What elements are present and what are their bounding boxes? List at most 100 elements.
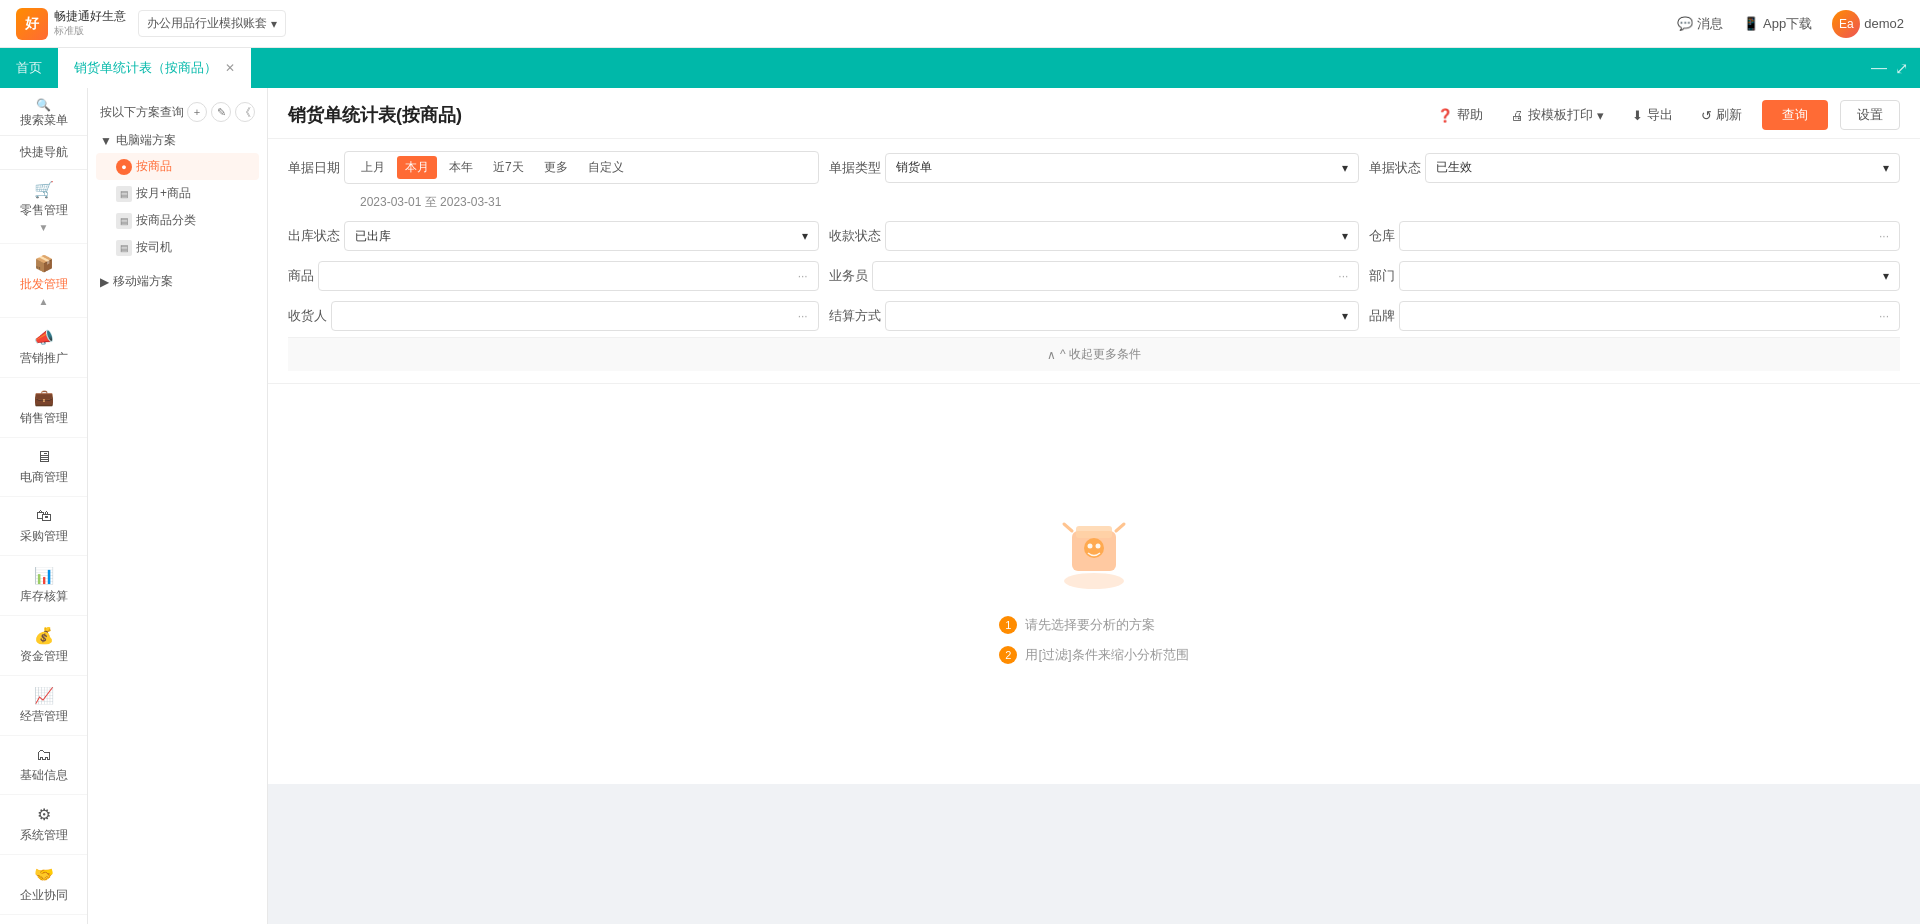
brand-filter-cell: 品牌 ···	[1369, 301, 1900, 331]
tab-maximize-icon[interactable]: ⤢	[1895, 59, 1908, 78]
recipient-input[interactable]: ···	[331, 301, 819, 331]
date-this-month[interactable]: 本月	[397, 156, 437, 179]
panel-mobile-section: ▶ 移动端方案	[88, 269, 267, 294]
warehouse-select[interactable]: 已出库 ▾	[344, 221, 819, 251]
tree-item-by-month-product[interactable]: ▤ 按月+商品	[96, 180, 259, 207]
system-label: 系统管理	[20, 827, 68, 844]
inventory-icon: 📊	[34, 566, 54, 585]
tree-item-by-category[interactable]: ▤ 按商品分类	[96, 207, 259, 234]
refresh-btn[interactable]: ↺ 刷新	[1693, 102, 1750, 128]
panel-edit-btn[interactable]: ✎	[211, 102, 231, 122]
sidebar-quick-nav[interactable]: 快捷导航	[0, 136, 87, 170]
operations-label: 经营管理	[20, 708, 68, 725]
edit-icon: ✎	[217, 106, 226, 119]
status-select[interactable]: 已生效 ▾	[1425, 153, 1900, 183]
date-custom[interactable]: 自定义	[580, 156, 632, 179]
message-btn[interactable]: 💬 消息	[1677, 15, 1723, 33]
wholesale-icon: 📦	[34, 254, 54, 273]
panel-add-btn[interactable]: +	[187, 102, 207, 122]
step-num-2: 2	[999, 646, 1017, 664]
retail-icon: 🛒	[34, 180, 54, 199]
month-product-icon: ▤	[116, 186, 132, 202]
filter-area: 单据日期 上月 本月 本年 近7天 更多 自定义 单据类型 销货单 ▾	[268, 139, 1920, 384]
salesperson-input[interactable]: ···	[872, 261, 1360, 291]
logo-icon: 好	[16, 8, 48, 40]
date-this-year[interactable]: 本年	[441, 156, 481, 179]
brand-input[interactable]: ···	[1399, 301, 1900, 331]
sidebar-item-marketing[interactable]: 📣 营销推广	[0, 318, 87, 378]
help-btn[interactable]: ❓ 帮助	[1429, 102, 1491, 128]
panel-header: 按以下方案查询 + ✎ 《	[88, 96, 267, 128]
tab-home[interactable]: 首页	[0, 48, 58, 88]
status-label: 单据状态	[1369, 159, 1421, 177]
tab-minimize-icon[interactable]: —	[1871, 59, 1887, 77]
product-input[interactable]: ···	[318, 261, 819, 291]
print-btn[interactable]: 🖨 按模板打印 ▾	[1503, 102, 1612, 128]
collapse-label: ^ 收起更多条件	[1060, 346, 1141, 363]
svg-point-0	[1064, 573, 1124, 589]
export-icon: ⬇	[1632, 108, 1643, 123]
sidebar-item-wholesale[interactable]: 📦 批发管理 ▲	[0, 244, 87, 318]
cashier-icon: ▤	[116, 240, 132, 256]
mobile-arrow-icon: ▶	[100, 275, 109, 289]
svg-line-6	[1064, 524, 1072, 531]
sidebar-item-sales[interactable]: 💼 销售管理	[0, 378, 87, 438]
collapse-filters-btn[interactable]: ∧ ^ 收起更多条件	[288, 337, 1900, 371]
product-dots: ···	[798, 269, 808, 283]
empty-step-1: 1 请先选择要分析的方案	[999, 612, 1188, 638]
add-icon: +	[194, 106, 200, 118]
tab-close-icon[interactable]: ✕	[225, 61, 235, 75]
industry-selector[interactable]: 办公用品行业模拟账套 ▾	[138, 10, 286, 37]
query-button[interactable]: 查询	[1762, 100, 1828, 130]
sidebar-search[interactable]: 🔍 搜索菜单	[0, 88, 87, 136]
by-month-product-label: 按月+商品	[136, 185, 191, 202]
empty-text-area: 1 请先选择要分析的方案 2 用[过滤]条件来缩小分析范围	[999, 612, 1188, 672]
payment-select[interactable]: ▾	[885, 301, 1360, 331]
quick-nav-label: 快捷导航	[20, 145, 68, 159]
date-more[interactable]: 更多	[536, 156, 576, 179]
app-download-btn[interactable]: 📱 App下载	[1743, 15, 1812, 33]
settings-button[interactable]: 设置	[1840, 100, 1900, 130]
collection-select[interactable]: ▾	[885, 221, 1360, 251]
sidebar-item-purchase[interactable]: 🛍 采购管理	[0, 497, 87, 556]
system-icon: ⚙	[37, 805, 51, 824]
help-icon: ❓	[1437, 108, 1453, 123]
user-menu[interactable]: Ea demo2	[1832, 10, 1904, 38]
dept-label: 部门	[1369, 267, 1395, 285]
storage-input[interactable]: ···	[1399, 221, 1900, 251]
collapse-icon: ∧	[1047, 348, 1056, 362]
type-select[interactable]: 销货单 ▾	[885, 153, 1360, 183]
collection-filter-cell: 收款状态 ▾	[829, 221, 1360, 251]
tab-bar-right: — ⤢	[1871, 59, 1920, 78]
warehouse-chevron: ▾	[802, 229, 808, 243]
salesperson-filter-cell: 业务员 ···	[829, 261, 1360, 291]
sidebar-item-retail[interactable]: 🛒 零售管理 ▼	[0, 170, 87, 244]
category-icon: ▤	[116, 213, 132, 229]
sidebar-item-base[interactable]: 🗂 基础信息	[0, 736, 87, 795]
type-value: 销货单	[896, 159, 932, 176]
sidebar-item-system[interactable]: ⚙ 系统管理	[0, 795, 87, 855]
sidebar-item-guide[interactable]: 🆕 新手引导	[0, 915, 87, 924]
desktop-section-title[interactable]: ▼ 电脑端方案	[96, 128, 259, 153]
sidebar-item-operations[interactable]: 📈 经营管理	[0, 676, 87, 736]
date-last-month[interactable]: 上月	[353, 156, 393, 179]
tree-item-by-product[interactable]: ● 按商品	[96, 153, 259, 180]
stats-tab-label: 销货单统计表（按商品）	[74, 59, 217, 77]
panel-title: 按以下方案查询	[100, 104, 184, 121]
dept-select[interactable]: ▾	[1399, 261, 1900, 291]
sidebar-item-enterprise[interactable]: 🤝 企业协同	[0, 855, 87, 915]
date-7-days[interactable]: 近7天	[485, 156, 532, 179]
panel-collapse-btn[interactable]: 《	[235, 102, 255, 122]
sidebar-item-ecommerce[interactable]: 🖥 电商管理	[0, 438, 87, 497]
avatar-initial: Ea	[1839, 17, 1854, 31]
mobile-section-title[interactable]: ▶ 移动端方案	[96, 269, 259, 294]
sidebar-item-finance[interactable]: 💰 资金管理	[0, 616, 87, 676]
export-btn[interactable]: ⬇ 导出	[1624, 102, 1681, 128]
sidebar-item-inventory[interactable]: 📊 库存核算	[0, 556, 87, 616]
tree-item-by-cashier[interactable]: ▤ 按司机	[96, 234, 259, 261]
storage-dots: ···	[1879, 229, 1889, 243]
date-filter-control[interactable]: 上月 本月 本年 近7天 更多 自定义	[344, 151, 819, 184]
enterprise-label: 企业协同	[20, 887, 68, 904]
tab-stats[interactable]: 销货单统计表（按商品） ✕	[58, 48, 251, 88]
payment-filter-cell: 结算方式 ▾	[829, 301, 1360, 331]
